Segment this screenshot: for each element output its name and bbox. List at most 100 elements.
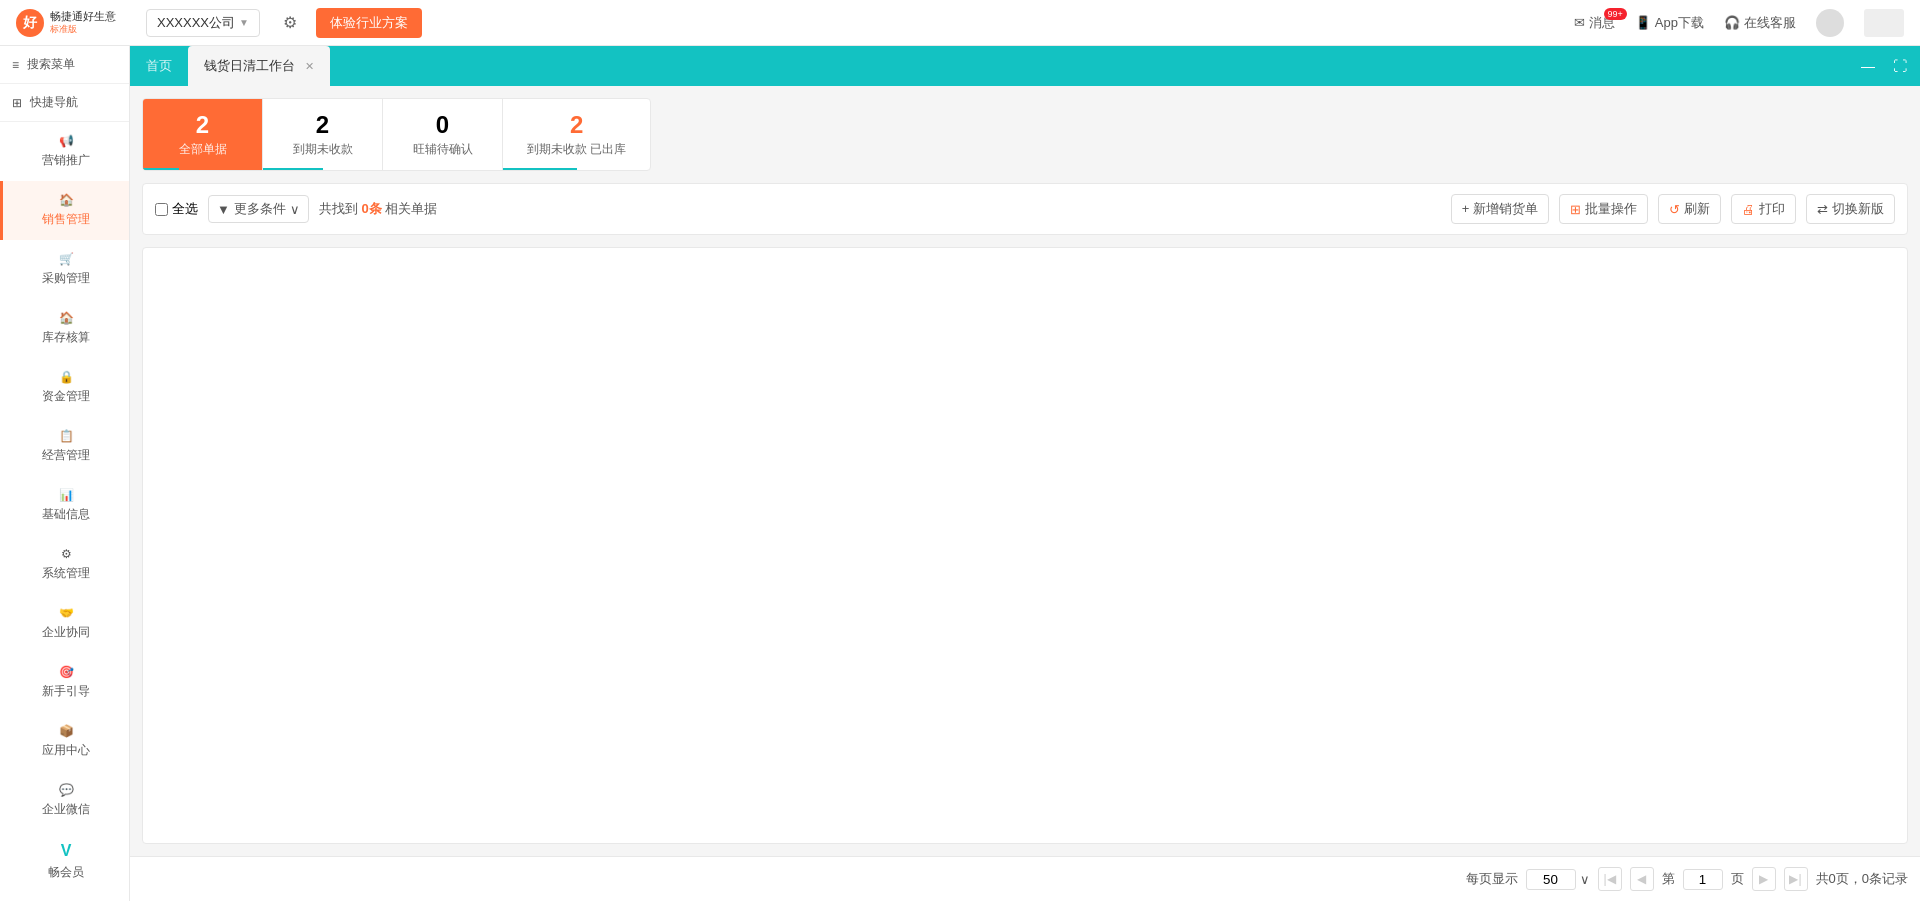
filter-button[interactable]: ▼ 更多条件 ∨ [208,195,309,223]
card-shipped-label: 到期未收款 已出库 [527,141,626,158]
tab-bar-actions: — ⛶ [1856,54,1920,78]
search-menu-label: 搜索菜单 [27,56,75,73]
sidebar-item-marketing[interactable]: 📢 营销推广 [0,122,129,181]
result-count: 0条 [362,201,382,216]
refresh-button[interactable]: ↺ 刷新 [1658,194,1721,224]
logo-icon: 好 [16,9,44,37]
tab-maximize-btn[interactable]: ⛶ [1888,54,1912,78]
page-content: 2 全部单据 2 到期未收款 0 旺辅待确认 [130,86,1920,856]
result-text: 共找到 0条 相关单据 [319,200,437,218]
purchase-icon: 🛒 [59,252,74,266]
select-all-checkbox[interactable] [155,203,168,216]
header-right: ✉ 消息 99+ 📱 App下载 🎧 在线客服 [1574,9,1904,37]
system-icon: ⚙ [61,547,72,561]
sidebar-item-finance[interactable]: 🔒 资金管理 [0,358,129,417]
page-next-btn[interactable]: ▶ [1752,867,1776,891]
header-middle: ⚙ 体验行业方案 [276,8,1574,38]
sidebar-item-purchase[interactable]: 🛒 采购管理 [0,240,129,299]
member-label: 畅会员 [48,864,84,881]
message-icon: ✉ [1574,15,1585,30]
finance-label: 资金管理 [42,388,90,405]
table-area [142,247,1908,844]
user-name[interactable] [1864,9,1904,37]
inventory-label: 库存核算 [42,329,90,346]
sidebar-item-system[interactable]: ⚙ 系统管理 [0,535,129,594]
sidebar-item-inventory[interactable]: 🏠 库存核算 [0,299,129,358]
sidebar-quick-nav[interactable]: ⊞ 快捷导航 [0,84,129,122]
card-all-label: 全部单据 [167,141,238,158]
company-selector[interactable]: XXXXXX公司 ▼ [146,9,260,37]
card-all-progress [143,168,179,170]
page-size-select[interactable]: ∨ [1526,869,1590,890]
base-icon: 📊 [59,488,74,502]
sidebar-item-appstore[interactable]: 📦 应用中心 [0,712,129,771]
purchase-label: 采购管理 [42,270,90,287]
print-label: 打印 [1759,200,1785,218]
summary-cards: 2 全部单据 2 到期未收款 0 旺辅待确认 [142,98,651,171]
tab-workbench[interactable]: 钱货日清工作台 ✕ [188,46,330,86]
select-all-label: 全选 [172,200,198,218]
page-number-input[interactable] [1683,869,1723,890]
card-shipped[interactable]: 2 到期未收款 已出库 [503,99,650,170]
logo-area: 好 畅捷通好生意 标准版 [16,9,146,37]
page-size-input[interactable] [1526,869,1576,890]
print-icon: 🖨 [1742,202,1755,217]
sales-icon: 🏠 [59,193,74,207]
app-icon: 📱 [1635,15,1651,30]
card-overdue-progress [263,168,323,170]
app-download-btn[interactable]: 📱 App下载 [1635,14,1704,32]
messages-btn[interactable]: ✉ 消息 99+ [1574,14,1615,32]
page-first-btn[interactable]: |◀ [1598,867,1622,891]
tab-home[interactable]: 首页 [130,46,188,86]
sidebar-item-operations[interactable]: 📋 经营管理 [0,417,129,476]
finance-icon: 🔒 [59,370,74,384]
sidebar-item-base[interactable]: 📊 基础信息 [0,476,129,535]
service-label: 在线客服 [1744,14,1796,32]
avatar[interactable] [1816,9,1844,37]
sidebar-item-wechat[interactable]: 💬 企业微信 [0,771,129,830]
page-last-btn[interactable]: ▶| [1784,867,1808,891]
select-all-area: 全选 [155,200,198,218]
card-shipped-progress [503,168,577,170]
base-label: 基础信息 [42,506,90,523]
logo-badge: 标准版 [50,23,116,36]
tab-minimize-btn[interactable]: — [1856,54,1880,78]
service-btn[interactable]: 🎧 在线客服 [1724,14,1796,32]
sidebar-item-member[interactable]: V 畅会员 [0,830,129,893]
card-overdue-label: 到期未收款 [287,141,358,158]
sidebar-item-coop[interactable]: 🤝 企业协同 [0,594,129,653]
card-pending[interactable]: 0 旺辅待确认 [383,99,503,170]
app-label: App下载 [1655,14,1704,32]
page-suffix: 页 [1731,870,1744,888]
sidebar-item-sales[interactable]: 🏠 销售管理 [0,181,129,240]
card-all-count: 2 [167,111,238,139]
guide-icon: 🎯 [59,665,74,679]
company-name: XXXXXX公司 [157,14,235,32]
add-order-button[interactable]: + 新增销货单 [1451,194,1549,224]
trial-button[interactable]: 体验行业方案 [316,8,422,38]
company-dropdown-arrow: ▼ [239,17,249,28]
operations-icon: 📋 [59,429,74,443]
result-suffix: 相关单据 [385,201,437,216]
tab-bar: 首页 钱货日清工作台 ✕ — ⛶ [130,46,1920,86]
tab-close-btn[interactable]: ✕ [305,60,314,73]
sidebar-search-menu[interactable]: ≡ 搜索菜单 [0,46,129,84]
search-menu-icon: ≡ [12,58,19,72]
page-size-arrow[interactable]: ∨ [1580,872,1590,887]
card-overdue[interactable]: 2 到期未收款 [263,99,383,170]
main-layout: ≡ 搜索菜单 ⊞ 快捷导航 📢 营销推广 🏠 销售管理 🛒 采购管理 🏠 库存核… [0,46,1920,901]
switch-version-button[interactable]: ⇄ 切换新版 [1806,194,1895,224]
batch-op-button[interactable]: ⊞ 批量操作 [1559,194,1648,224]
print-button[interactable]: 🖨 打印 [1731,194,1796,224]
refresh-label: 刷新 [1684,200,1710,218]
settings-icon-btn[interactable]: ⚙ [276,9,304,37]
system-label: 系统管理 [42,565,90,582]
filter-arrow-icon: ∨ [290,202,300,217]
sidebar-item-guide[interactable]: 🎯 新手引导 [0,653,129,712]
card-overdue-count: 2 [287,111,358,139]
page-prev-btn[interactable]: ◀ [1630,867,1654,891]
card-all[interactable]: 2 全部单据 [143,99,263,170]
marketing-icon: 📢 [59,134,74,148]
sidebar: ≡ 搜索菜单 ⊞ 快捷导航 📢 营销推广 🏠 销售管理 🛒 采购管理 🏠 库存核… [0,46,130,901]
card-pending-label: 旺辅待确认 [407,141,478,158]
